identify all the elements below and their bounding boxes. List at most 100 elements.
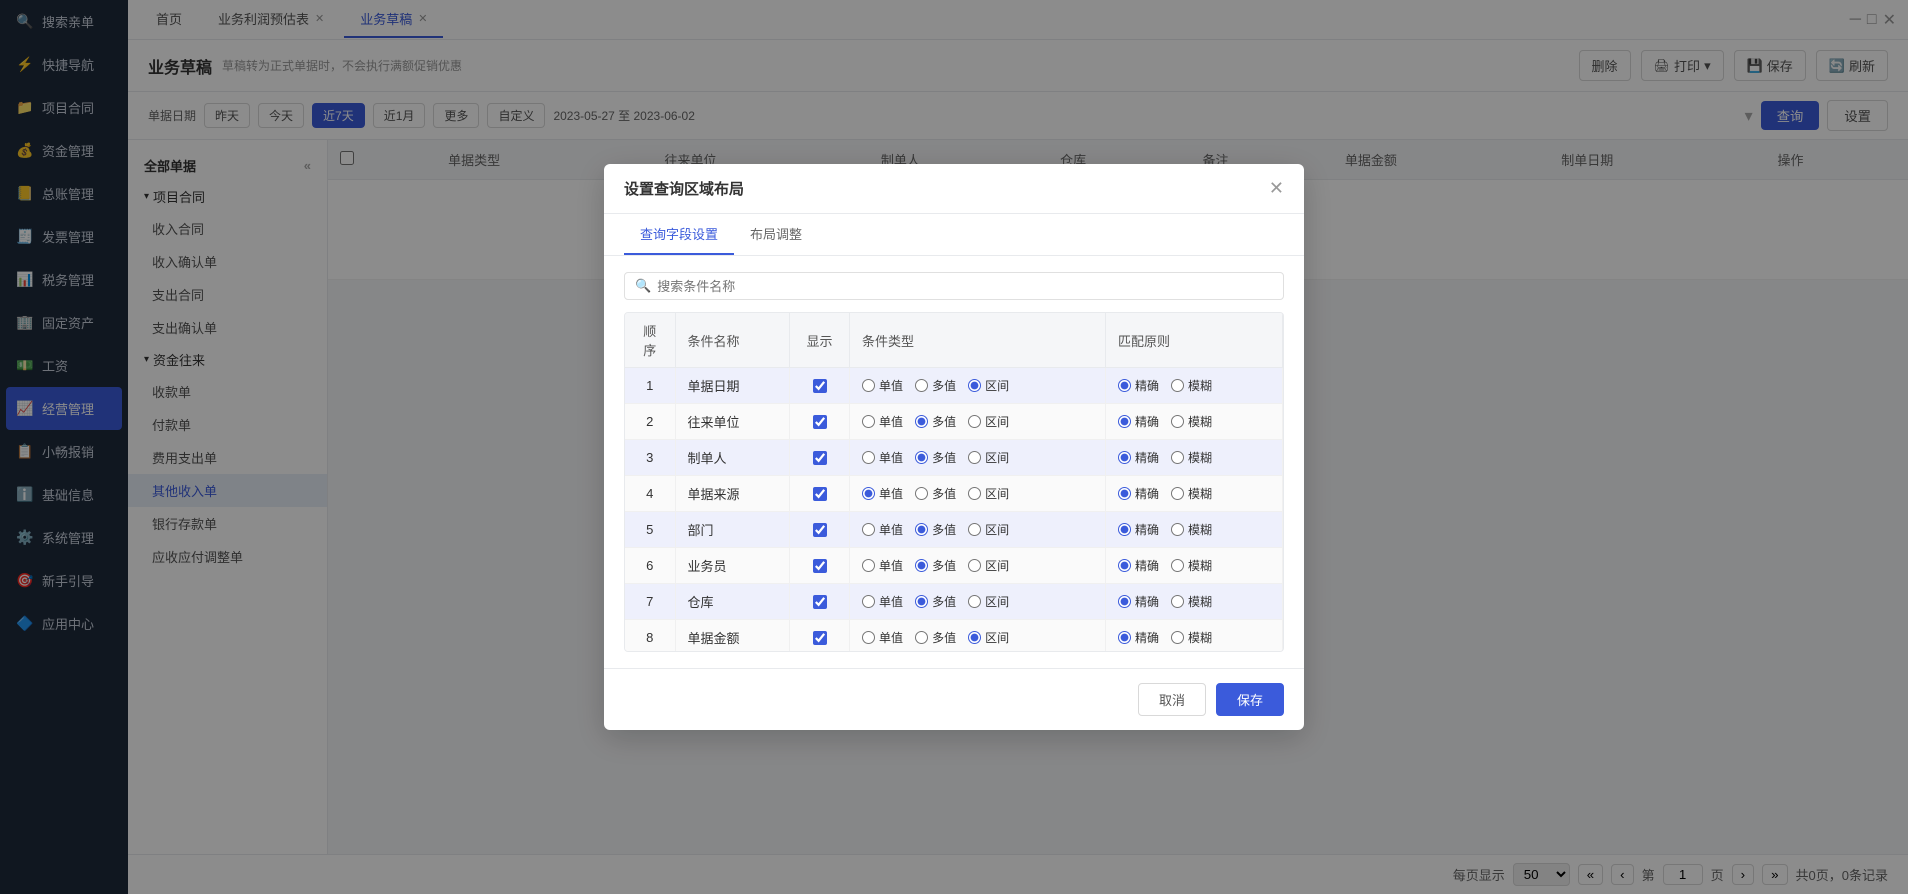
settings-table-container: 顺序 条件名称 显示 条件类型 匹配原则 1单据日期单值多值区间精确模糊2往来单… <box>624 312 1284 652</box>
row-display-cell <box>790 440 850 476</box>
radio-match-模糊[interactable]: 模糊 <box>1171 413 1212 430</box>
radio-type-多值[interactable]: 多值 <box>915 629 956 646</box>
row-match-cell: 精确模糊 <box>1105 548 1282 584</box>
row-match-cell: 精确模糊 <box>1105 404 1282 440</box>
row-match-cell: 精确模糊 <box>1105 440 1282 476</box>
radio-type-区间[interactable]: 区间 <box>968 557 1009 574</box>
radio-type-单值[interactable]: 单值 <box>862 449 903 466</box>
row-type-cell: 单值多值区间 <box>850 440 1106 476</box>
radio-type-区间[interactable]: 区间 <box>968 413 1009 430</box>
settings-row: 1单据日期单值多值区间精确模糊 <box>625 368 1283 404</box>
radio-type-区间[interactable]: 区间 <box>968 629 1009 646</box>
radio-type-单值[interactable]: 单值 <box>862 521 903 538</box>
radio-match-模糊[interactable]: 模糊 <box>1171 593 1212 610</box>
radio-type-单值[interactable]: 单值 <box>862 557 903 574</box>
modal-title: 设置查询区域布局 <box>624 178 744 199</box>
modal-overlay: 设置查询区域布局 ✕ 查询字段设置 布局调整 🔍 顺序 条件 <box>0 0 1908 894</box>
row-type-cell: 单值多值区间 <box>850 404 1106 440</box>
row-type-cell: 单值多值区间 <box>850 584 1106 620</box>
radio-type-多值[interactable]: 多值 <box>915 557 956 574</box>
th-type: 条件类型 <box>850 313 1106 368</box>
radio-match-精确[interactable]: 精确 <box>1118 413 1159 430</box>
radio-type-多值[interactable]: 多值 <box>915 485 956 502</box>
radio-match-模糊[interactable]: 模糊 <box>1171 629 1212 646</box>
modal-search-input[interactable] <box>657 279 1273 294</box>
radio-type-多值[interactable]: 多值 <box>915 521 956 538</box>
radio-match-精确[interactable]: 精确 <box>1118 485 1159 502</box>
radio-type-区间[interactable]: 区间 <box>968 377 1009 394</box>
row-type-cell: 单值多值区间 <box>850 476 1106 512</box>
modal-close-button[interactable]: ✕ <box>1269 178 1284 199</box>
radio-type-区间[interactable]: 区间 <box>968 593 1009 610</box>
radio-match-模糊[interactable]: 模糊 <box>1171 521 1212 538</box>
radio-type-单值[interactable]: 单值 <box>862 413 903 430</box>
row-order: 4 <box>625 476 675 512</box>
row-display-cell <box>790 620 850 653</box>
row-match-cell: 精确模糊 <box>1105 620 1282 653</box>
row-order: 6 <box>625 548 675 584</box>
row-display-cell <box>790 512 850 548</box>
th-name: 条件名称 <box>675 313 790 368</box>
row-order: 3 <box>625 440 675 476</box>
row-condition-name: 仓库 <box>675 584 790 620</box>
display-checkbox[interactable] <box>813 559 827 573</box>
radio-match-模糊[interactable]: 模糊 <box>1171 377 1212 394</box>
row-order: 1 <box>625 368 675 404</box>
row-order: 7 <box>625 584 675 620</box>
modal-body: 🔍 顺序 条件名称 显示 条件类型 匹配原则 <box>604 256 1304 668</box>
row-condition-name: 往来单位 <box>675 404 790 440</box>
display-checkbox[interactable] <box>813 451 827 465</box>
modal-tab-fields[interactable]: 查询字段设置 <box>624 214 734 255</box>
radio-type-区间[interactable]: 区间 <box>968 521 1009 538</box>
th-match: 匹配原则 <box>1105 313 1282 368</box>
radio-type-多值[interactable]: 多值 <box>915 377 956 394</box>
radio-type-单值[interactable]: 单值 <box>862 485 903 502</box>
row-display-cell <box>790 548 850 584</box>
settings-row: 8单据金额 单值多值区间 精确模糊 <box>625 620 1283 653</box>
settings-row: 4单据来源单值多值区间精确模糊 <box>625 476 1283 512</box>
radio-match-精确[interactable]: 精确 <box>1118 557 1159 574</box>
display-checkbox[interactable] <box>813 631 827 645</box>
settings-row: 3制单人单值多值区间精确模糊 <box>625 440 1283 476</box>
radio-type-区间[interactable]: 区间 <box>968 449 1009 466</box>
row-order: 8 <box>625 620 675 653</box>
row-order: 5 <box>625 512 675 548</box>
th-order: 顺序 <box>625 313 675 368</box>
radio-match-模糊[interactable]: 模糊 <box>1171 485 1212 502</box>
radio-type-多值[interactable]: 多值 <box>915 449 956 466</box>
modal-search-icon: 🔍 <box>635 278 651 294</box>
row-condition-name: 单据来源 <box>675 476 790 512</box>
row-type-cell: 单值多值区间 <box>850 512 1106 548</box>
display-checkbox[interactable] <box>813 487 827 501</box>
radio-type-区间[interactable]: 区间 <box>968 485 1009 502</box>
radio-match-精确[interactable]: 精确 <box>1118 521 1159 538</box>
radio-type-多值[interactable]: 多值 <box>915 413 956 430</box>
row-condition-name: 单据金额 <box>675 620 790 653</box>
radio-match-精确[interactable]: 精确 <box>1118 449 1159 466</box>
radio-match-模糊[interactable]: 模糊 <box>1171 557 1212 574</box>
th-display: 显示 <box>790 313 850 368</box>
display-checkbox[interactable] <box>813 415 827 429</box>
row-condition-name: 业务员 <box>675 548 790 584</box>
display-checkbox[interactable] <box>813 595 827 609</box>
display-checkbox[interactable] <box>813 523 827 537</box>
row-display-cell <box>790 404 850 440</box>
radio-type-单值[interactable]: 单值 <box>862 593 903 610</box>
modal-tabs: 查询字段设置 布局调整 <box>604 214 1304 256</box>
settings-modal: 设置查询区域布局 ✕ 查询字段设置 布局调整 🔍 顺序 条件 <box>604 164 1304 730</box>
radio-match-模糊[interactable]: 模糊 <box>1171 449 1212 466</box>
radio-type-单值[interactable]: 单值 <box>862 629 903 646</box>
radio-match-精确[interactable]: 精确 <box>1118 377 1159 394</box>
radio-match-精确[interactable]: 精确 <box>1118 593 1159 610</box>
display-checkbox[interactable] <box>813 379 827 393</box>
radio-match-精确[interactable]: 精确 <box>1118 629 1159 646</box>
modal-tab-layout[interactable]: 布局调整 <box>734 214 818 255</box>
radio-type-多值[interactable]: 多值 <box>915 593 956 610</box>
modal-save-button[interactable]: 保存 <box>1216 683 1284 716</box>
cancel-button[interactable]: 取消 <box>1138 683 1206 716</box>
settings-row: 6业务员 单值多值区间 精确模糊 <box>625 548 1283 584</box>
row-display-cell <box>790 584 850 620</box>
radio-type-单值[interactable]: 单值 <box>862 377 903 394</box>
modal-search-box: 🔍 <box>624 272 1284 300</box>
row-display-cell <box>790 476 850 512</box>
